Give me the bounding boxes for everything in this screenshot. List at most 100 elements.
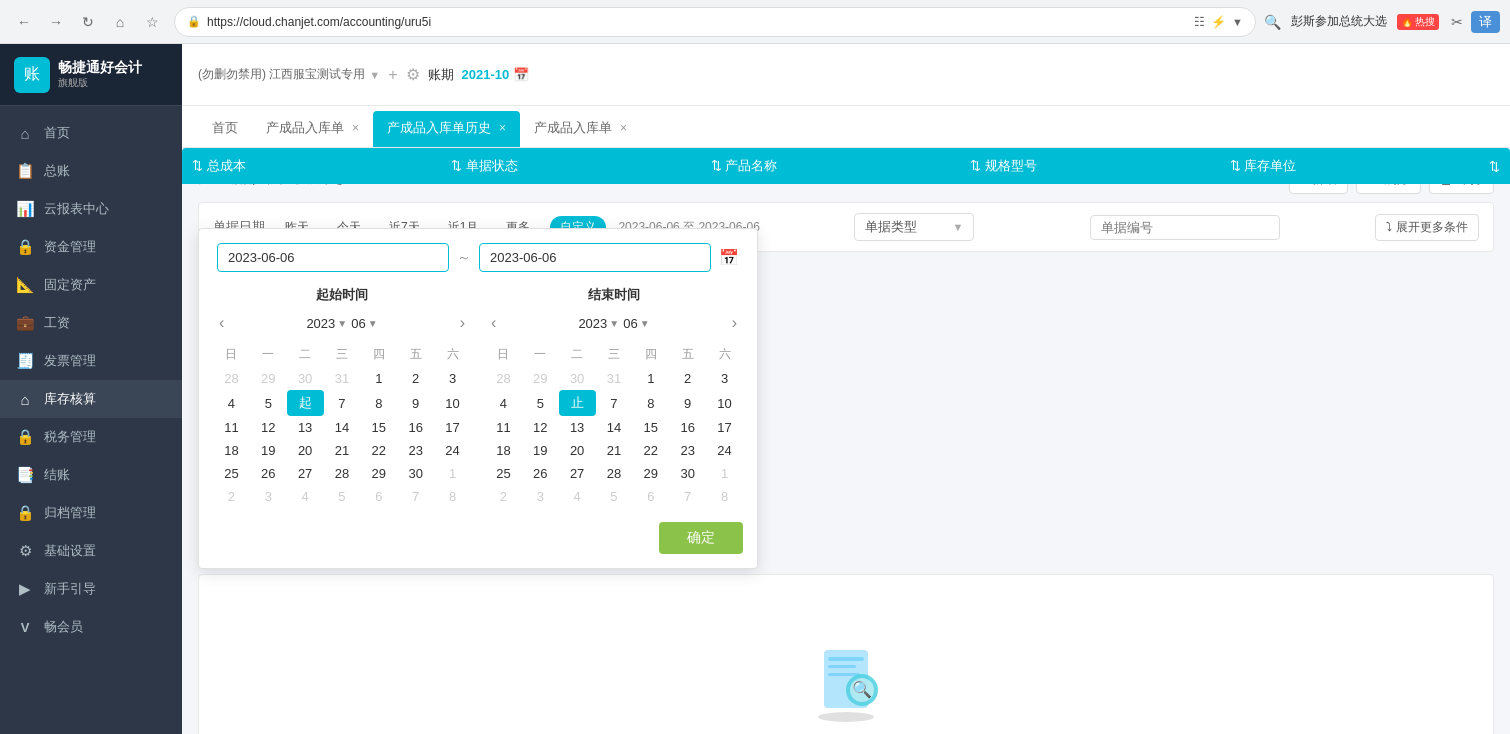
start-month-selector[interactable]: 06 ▼ — [351, 316, 377, 331]
start-cal-day[interactable]: 21 — [324, 439, 361, 462]
start-cal-day[interactable]: 5 — [324, 485, 361, 508]
start-cal-day[interactable]: 22 — [360, 439, 397, 462]
end-cal-day[interactable]: 21 — [596, 439, 633, 462]
end-next-month-btn[interactable]: › — [726, 312, 743, 334]
end-cal-day[interactable]: 26 — [522, 462, 559, 485]
end-year-selector[interactable]: 2023 ▼ — [578, 316, 619, 331]
end-cal-day[interactable]: 6 — [632, 485, 669, 508]
end-cal-day[interactable]: 3 — [706, 367, 743, 390]
bookmark-button[interactable]: ☆ — [138, 8, 166, 36]
back-button[interactable]: ← — [10, 8, 38, 36]
start-cal-day[interactable]: 9 — [397, 390, 434, 416]
end-cal-day[interactable]: 25 — [485, 462, 522, 485]
end-cal-day[interactable]: 7 — [596, 390, 633, 416]
end-cal-day[interactable]: 9 — [669, 390, 706, 416]
start-cal-day[interactable]: 23 — [397, 439, 434, 462]
end-cal-day[interactable]: 5 — [596, 485, 633, 508]
start-cal-day[interactable]: 30 — [397, 462, 434, 485]
end-cal-day[interactable]: 4 — [559, 485, 596, 508]
tab-list1[interactable]: 产成品入库单 × — [252, 111, 373, 147]
end-cal-day[interactable]: 29 — [522, 367, 559, 390]
forward-button[interactable]: → — [42, 8, 70, 36]
end-cal-day[interactable]: 20 — [559, 439, 596, 462]
start-cal-day[interactable]: 25 — [213, 462, 250, 485]
tab-history[interactable]: 产成品入库单历史 × — [373, 111, 520, 147]
start-date-input[interactable] — [217, 243, 449, 272]
end-cal-day[interactable]: 27 — [559, 462, 596, 485]
end-cal-day[interactable]: 10 — [706, 390, 743, 416]
end-date-input[interactable] — [479, 243, 711, 272]
end-cal-day[interactable]: 24 — [706, 439, 743, 462]
start-year-selector[interactable]: 2023 ▼ — [306, 316, 347, 331]
start-cal-day[interactable]: 14 — [324, 416, 361, 439]
start-cal-day[interactable]: 30 — [287, 367, 324, 390]
tab-history-close[interactable]: × — [499, 121, 506, 135]
doc-no-input[interactable] — [1090, 215, 1280, 240]
sidebar-item-funds[interactable]: 🔒 资金管理 — [0, 228, 182, 266]
confirm-button[interactable]: 确定 — [659, 522, 743, 554]
start-cal-day[interactable]: 6 — [360, 485, 397, 508]
end-cal-day[interactable]: 5 — [522, 390, 559, 416]
sidebar-item-vip[interactable]: V 畅会员 — [0, 608, 182, 646]
settings-gear-icon[interactable]: ⚙ — [406, 65, 420, 84]
start-cal-day[interactable]: 5 — [250, 390, 287, 416]
start-next-month-btn[interactable]: › — [454, 312, 471, 334]
sidebar-item-assets[interactable]: 📐 固定资产 — [0, 266, 182, 304]
start-cal-day[interactable]: 18 — [213, 439, 250, 462]
end-cal-day[interactable]: 30 — [559, 367, 596, 390]
end-month-selector[interactable]: 06 ▼ — [623, 316, 649, 331]
end-cal-day[interactable]: 13 — [559, 416, 596, 439]
end-cal-day[interactable]: 15 — [632, 416, 669, 439]
end-cal-day[interactable]: 28 — [596, 462, 633, 485]
calendar-icon[interactable]: 📅 — [719, 248, 739, 267]
start-cal-day[interactable]: 1 — [360, 367, 397, 390]
start-cal-day[interactable]: 4 — [287, 485, 324, 508]
end-cal-day[interactable]: 19 — [522, 439, 559, 462]
sidebar-item-home[interactable]: ⌂ 首页 — [0, 114, 182, 152]
end-cal-day[interactable]: 1 — [632, 367, 669, 390]
start-prev-month-btn[interactable]: ‹ — [213, 312, 230, 334]
period-calendar-icon[interactable]: 📅 — [513, 67, 529, 82]
start-cal-day[interactable]: 1 — [434, 462, 471, 485]
start-cal-day[interactable]: 7 — [397, 485, 434, 508]
start-cal-day[interactable]: 17 — [434, 416, 471, 439]
doc-type-select[interactable]: 单据类型 ▼ — [854, 213, 974, 241]
sidebar-item-payroll[interactable]: 💼 工资 — [0, 304, 182, 342]
expand-conditions-btn[interactable]: ⤵ 展开更多条件 — [1375, 214, 1479, 241]
add-workspace-icon[interactable]: + — [388, 66, 397, 84]
tab-home[interactable]: 首页 — [198, 111, 252, 147]
start-cal-day[interactable]: 16 — [397, 416, 434, 439]
end-cal-day[interactable]: 28 — [485, 367, 522, 390]
start-cal-day[interactable]: 27 — [287, 462, 324, 485]
start-cal-day[interactable]: 13 — [287, 416, 324, 439]
start-cal-day[interactable]: 15 — [360, 416, 397, 439]
sidebar-item-tax[interactable]: 🔒 税务管理 — [0, 418, 182, 456]
start-cal-day-selected[interactable]: 起 — [287, 390, 324, 416]
end-cal-day[interactable]: 8 — [706, 485, 743, 508]
end-cal-day[interactable]: 3 — [522, 485, 559, 508]
end-prev-month-btn[interactable]: ‹ — [485, 312, 502, 334]
address-bar[interactable]: 🔒 https://cloud.chanjet.com/accounting/u… — [174, 7, 1256, 37]
start-cal-day[interactable]: 4 — [213, 390, 250, 416]
start-cal-day[interactable]: 28 — [213, 367, 250, 390]
start-cal-day[interactable]: 20 — [287, 439, 324, 462]
start-cal-day[interactable]: 2 — [397, 367, 434, 390]
sidebar-item-ledger[interactable]: 📋 总账 — [0, 152, 182, 190]
tab-list2[interactable]: 产成品入库单 × — [520, 111, 641, 147]
start-cal-day[interactable]: 28 — [324, 462, 361, 485]
sidebar-item-archive[interactable]: 🔒 归档管理 — [0, 494, 182, 532]
start-cal-day[interactable]: 26 — [250, 462, 287, 485]
end-cal-day[interactable]: 7 — [669, 485, 706, 508]
tab-list1-close[interactable]: × — [352, 121, 359, 135]
start-cal-day[interactable]: 29 — [360, 462, 397, 485]
home-button[interactable]: ⌂ — [106, 8, 134, 36]
start-cal-day[interactable]: 3 — [434, 367, 471, 390]
sidebar-item-inventory[interactable]: ⌂ 库存核算 — [0, 380, 182, 418]
end-cal-day[interactable]: 8 — [632, 390, 669, 416]
end-cal-day[interactable]: 1 — [706, 462, 743, 485]
end-cal-day[interactable]: 22 — [632, 439, 669, 462]
end-cal-day[interactable]: 4 — [485, 390, 522, 416]
end-cal-day[interactable]: 12 — [522, 416, 559, 439]
start-cal-day[interactable]: 31 — [324, 367, 361, 390]
workspace-selector[interactable]: (勿删勿禁用) 江西服宝测试专用 ▼ — [198, 66, 380, 83]
